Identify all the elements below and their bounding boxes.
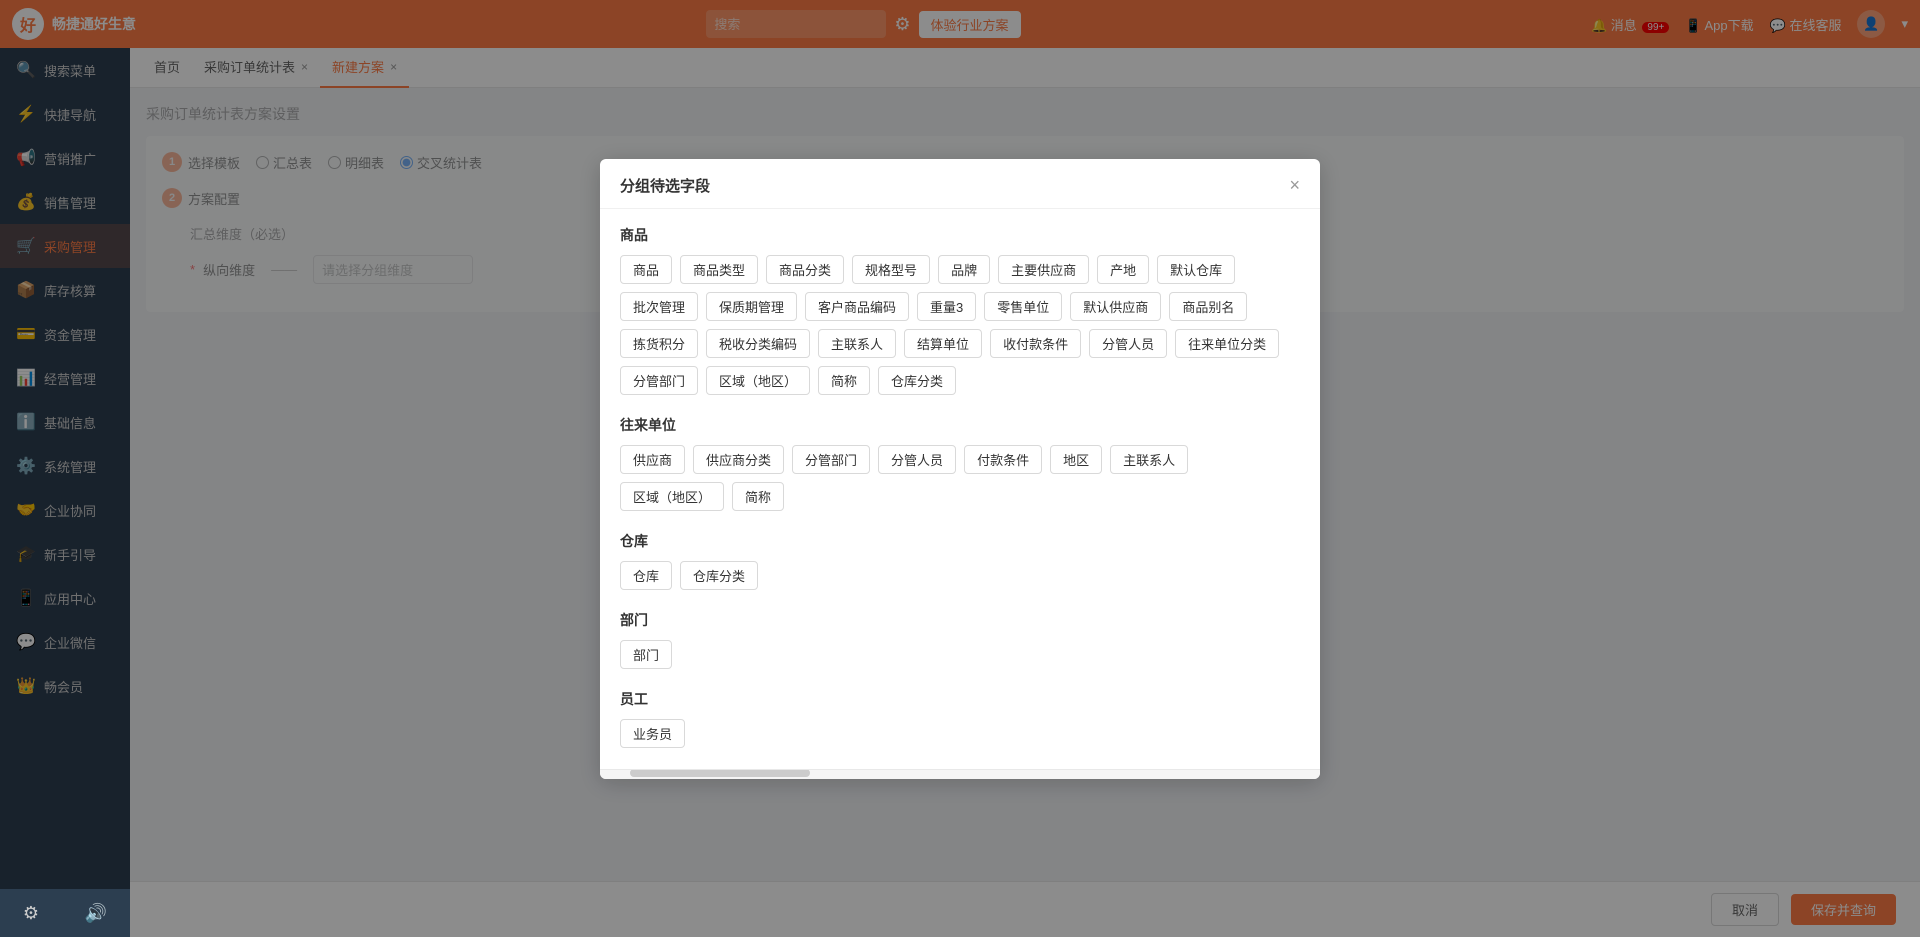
modal-overlay: 分组待选字段 × 商品 商品 商品类型 商品分类 规格型号 品牌 主要供应商 产… [0,0,1920,937]
modal-title: 分组待选字段 [620,175,710,196]
modal-body: 商品 商品 商品类型 商品分类 规格型号 品牌 主要供应商 产地 默认仓库 批次… [600,209,1320,769]
section-employee-fields: 业务员 [620,719,1300,748]
section-employee: 员工 业务员 [620,689,1300,748]
section-department: 部门 部门 [620,610,1300,669]
field-region2-partners[interactable]: 区域（地区） [620,482,724,511]
field-product[interactable]: 商品 [620,255,672,284]
field-salesperson[interactable]: 业务员 [620,719,685,748]
field-dept-partners[interactable]: 分管部门 [792,445,870,474]
field-supplier-category[interactable]: 供应商分类 [693,445,784,474]
field-settle-unit[interactable]: 结算单位 [904,329,982,358]
section-partners-fields: 供应商 供应商分类 分管部门 分管人员 付款条件 地区 主联系人 区域（地区） … [620,445,1300,511]
field-tax-code[interactable]: 税收分类编码 [706,329,810,358]
field-warehouse-cat-products[interactable]: 仓库分类 [878,366,956,395]
field-pick-score[interactable]: 拣货积分 [620,329,698,358]
modal-header: 分组待选字段 × [600,159,1320,209]
section-department-fields: 部门 [620,640,1300,669]
field-short-name-products[interactable]: 简称 [818,366,870,395]
field-supervisor[interactable]: 分管人员 [1089,329,1167,358]
field-partner-category[interactable]: 往来单位分类 [1175,329,1279,358]
field-supplier[interactable]: 供应商 [620,445,685,474]
field-default-warehouse[interactable]: 默认仓库 [1157,255,1235,284]
modal-close-button[interactable]: × [1289,176,1300,194]
section-products: 商品 商品 商品类型 商品分类 规格型号 品牌 主要供应商 产地 默认仓库 批次… [620,225,1300,395]
section-warehouse-title: 仓库 [620,531,1300,551]
volume-icon[interactable]: 🔊 [85,903,107,924]
section-products-fields: 商品 商品类型 商品分类 规格型号 品牌 主要供应商 产地 默认仓库 批次管理 … [620,255,1300,395]
field-region-partners[interactable]: 地区 [1050,445,1102,474]
field-person-partners[interactable]: 分管人员 [878,445,956,474]
section-products-title: 商品 [620,225,1300,245]
section-partners: 往来单位 供应商 供应商分类 分管部门 分管人员 付款条件 地区 主联系人 区域… [620,415,1300,511]
field-retail-unit[interactable]: 零售单位 [984,292,1062,321]
field-batch-mgmt[interactable]: 批次管理 [620,292,698,321]
section-warehouse: 仓库 仓库 仓库分类 [620,531,1300,590]
field-origin[interactable]: 产地 [1097,255,1149,284]
section-partners-title: 往来单位 [620,415,1300,435]
field-short-name-partners[interactable]: 简称 [732,482,784,511]
field-main-contact-partners[interactable]: 主联系人 [1110,445,1188,474]
field-expiry-mgmt[interactable]: 保质期管理 [706,292,797,321]
field-customer-code[interactable]: 客户商品编码 [805,292,909,321]
field-product-type[interactable]: 商品类型 [680,255,758,284]
field-product-alias[interactable]: 商品别名 [1169,292,1247,321]
field-weight3[interactable]: 重量3 [917,292,976,321]
field-main-contact[interactable]: 主联系人 [818,329,896,358]
field-brand[interactable]: 品牌 [938,255,990,284]
field-spec-model[interactable]: 规格型号 [852,255,930,284]
field-product-category[interactable]: 商品分类 [766,255,844,284]
section-employee-title: 员工 [620,689,1300,709]
field-payment-terms[interactable]: 收付款条件 [990,329,1081,358]
field-mgmt-dept[interactable]: 分管部门 [620,366,698,395]
field-main-supplier[interactable]: 主要供应商 [998,255,1089,284]
bottom-toolbar: ⚙ 🔊 [0,889,130,937]
field-region-products[interactable]: 区域（地区） [706,366,810,395]
gear-icon[interactable]: ⚙ [23,903,39,924]
field-default-supplier[interactable]: 默认供应商 [1070,292,1161,321]
field-warehouse-category[interactable]: 仓库分类 [680,561,758,590]
field-selection-modal: 分组待选字段 × 商品 商品 商品类型 商品分类 规格型号 品牌 主要供应商 产… [600,159,1320,779]
modal-hscroll-thumb [630,769,810,777]
field-warehouse[interactable]: 仓库 [620,561,672,590]
field-payment-cond[interactable]: 付款条件 [964,445,1042,474]
modal-hscrollbar[interactable] [600,769,1320,779]
section-department-title: 部门 [620,610,1300,630]
field-department[interactable]: 部门 [620,640,672,669]
section-warehouse-fields: 仓库 仓库分类 [620,561,1300,590]
